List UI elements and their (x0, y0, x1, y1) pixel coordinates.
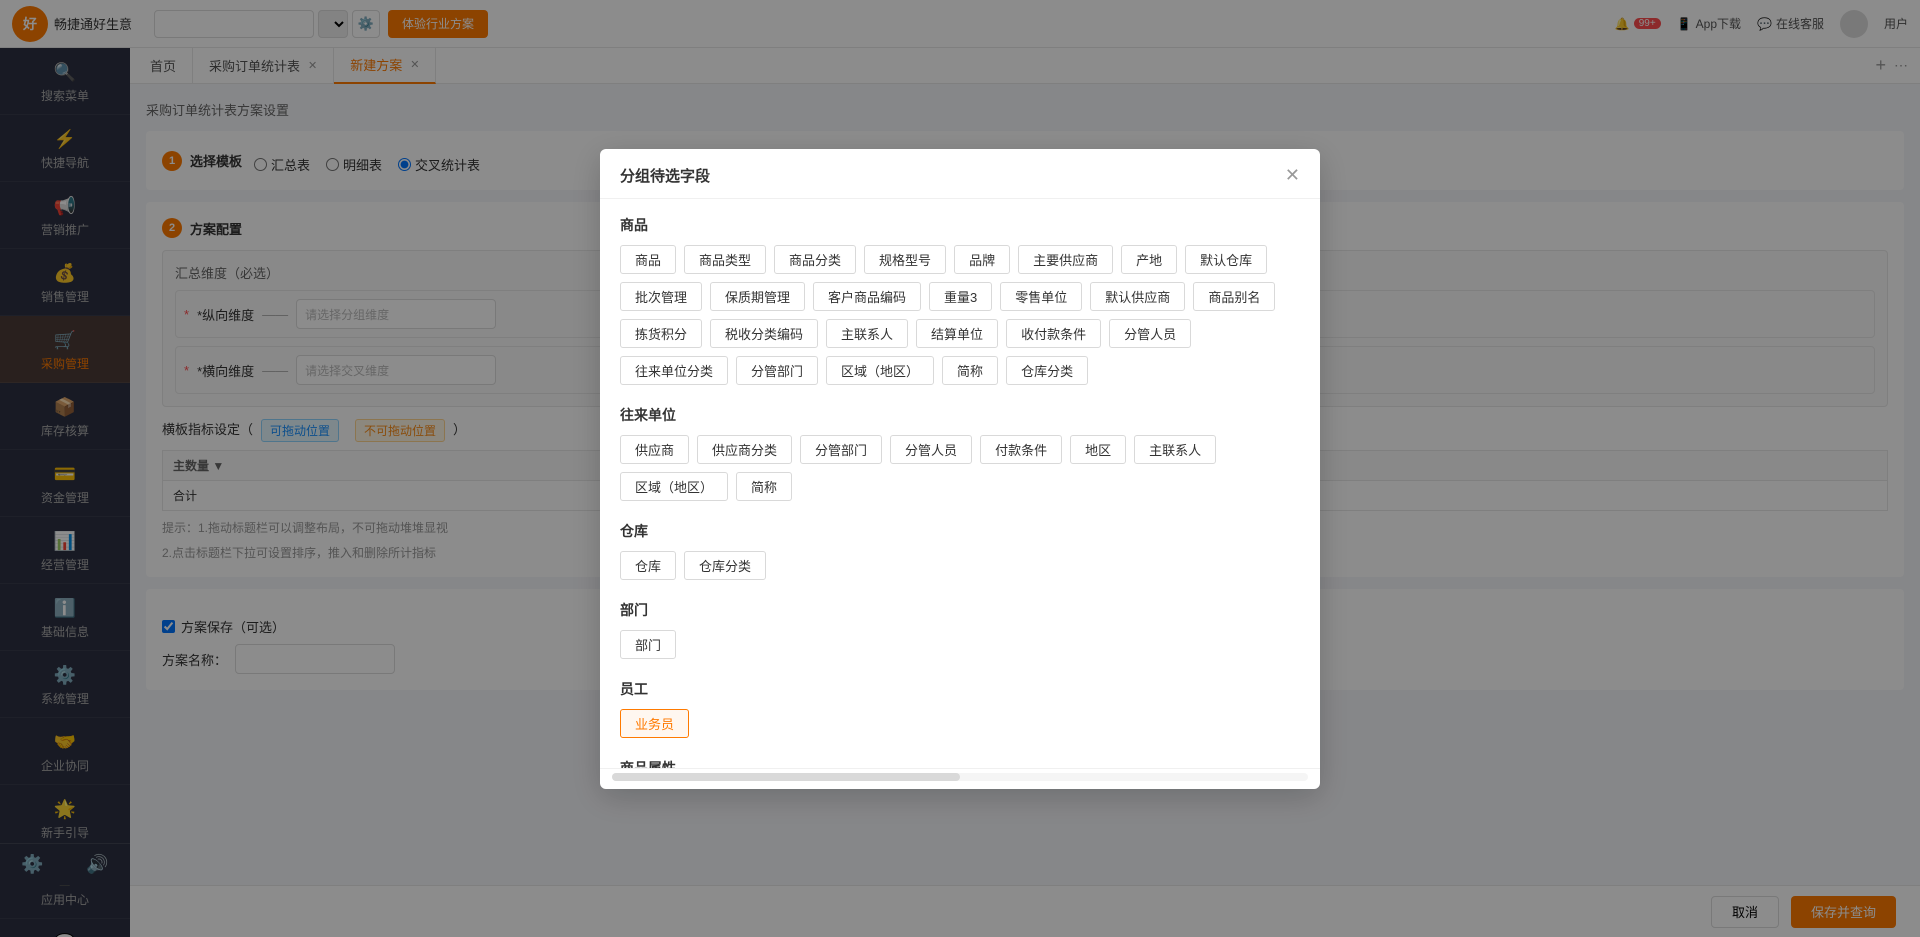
field-tag[interactable]: 默认供应商 (1090, 282, 1185, 311)
section-product-fields: 商品 商品类型 商品分类 规格型号 品牌 主要供应商 产地 默认仓库 批次管理 … (620, 245, 1300, 385)
section-staff-title: 员工 (620, 679, 1300, 699)
field-tag[interactable]: 产地 (1121, 245, 1177, 274)
field-tag[interactable]: 简称 (736, 472, 792, 501)
field-tag[interactable]: 仓库分类 (1006, 356, 1088, 385)
modal-hscrollbar-track[interactable] (612, 773, 1308, 781)
field-tag[interactable]: 分管人员 (1109, 319, 1191, 348)
modal-hscrollbar-thumb[interactable] (612, 773, 960, 781)
section-partner-title: 往来单位 (620, 405, 1300, 425)
modal-close-button[interactable]: ✕ (1285, 165, 1300, 186)
field-tag[interactable]: 分管部门 (800, 435, 882, 464)
field-tag[interactable]: 地区 (1070, 435, 1126, 464)
field-tag[interactable]: 主要供应商 (1018, 245, 1113, 274)
modal-scroll-area (600, 768, 1320, 789)
field-tag[interactable]: 主联系人 (826, 319, 908, 348)
field-tag[interactable]: 收付款条件 (1006, 319, 1101, 348)
field-tag[interactable]: 区域（地区） (826, 356, 934, 385)
field-tag-salesperson[interactable]: 业务员 (620, 709, 689, 738)
field-tag[interactable]: 分管部门 (736, 356, 818, 385)
field-tag[interactable]: 默认仓库 (1185, 245, 1267, 274)
modal-overlay: 分组待选字段 ✕ 商品 商品 商品类型 商品分类 规格型号 品牌 主要供应商 产… (0, 0, 1920, 937)
field-tag[interactable]: 客户商品编码 (813, 282, 921, 311)
field-tag[interactable]: 仓库 (620, 551, 676, 580)
field-tag[interactable]: 品牌 (954, 245, 1010, 274)
section-product-title: 商品 (620, 215, 1300, 235)
field-tag[interactable]: 主联系人 (1134, 435, 1216, 464)
field-tag[interactable]: 供应商分类 (697, 435, 792, 464)
field-tag[interactable]: 商品分类 (774, 245, 856, 274)
field-tag[interactable]: 批次管理 (620, 282, 702, 311)
section-warehouse: 仓库 仓库 仓库分类 (620, 521, 1300, 580)
field-select-modal: 分组待选字段 ✕ 商品 商品 商品类型 商品分类 规格型号 品牌 主要供应商 产… (600, 149, 1320, 789)
field-tag[interactable]: 商品 (620, 245, 676, 274)
field-tag[interactable]: 拣货积分 (620, 319, 702, 348)
section-dept-title: 部门 (620, 600, 1300, 620)
field-tag[interactable]: 付款条件 (980, 435, 1062, 464)
section-product: 商品 商品 商品类型 商品分类 规格型号 品牌 主要供应商 产地 默认仓库 批次… (620, 215, 1300, 385)
section-product-attr: 商品属性 属性 颜色 多规格 尺码 鞋码 1 (620, 758, 1300, 768)
section-warehouse-title: 仓库 (620, 521, 1300, 541)
section-partner-fields: 供应商 供应商分类 分管部门 分管人员 付款条件 地区 主联系人 区域（地区） … (620, 435, 1300, 501)
field-tag[interactable]: 供应商 (620, 435, 689, 464)
field-tag[interactable]: 往来单位分类 (620, 356, 728, 385)
section-staff: 员工 业务员 (620, 679, 1300, 738)
modal-body: 商品 商品 商品类型 商品分类 规格型号 品牌 主要供应商 产地 默认仓库 批次… (600, 199, 1320, 768)
section-dept: 部门 部门 (620, 600, 1300, 659)
field-tag[interactable]: 商品类型 (684, 245, 766, 274)
section-product-attr-title: 商品属性 (620, 758, 1300, 768)
modal-header: 分组待选字段 ✕ (600, 149, 1320, 199)
field-tag[interactable]: 简称 (942, 356, 998, 385)
field-tag[interactable]: 重量3 (929, 282, 992, 311)
field-tag[interactable]: 保质期管理 (710, 282, 805, 311)
section-dept-fields: 部门 (620, 630, 1300, 659)
field-tag[interactable]: 税收分类编码 (710, 319, 818, 348)
section-warehouse-fields: 仓库 仓库分类 (620, 551, 1300, 580)
field-tag[interactable]: 规格型号 (864, 245, 946, 274)
field-tag[interactable]: 分管人员 (890, 435, 972, 464)
field-tag[interactable]: 部门 (620, 630, 676, 659)
modal-title: 分组待选字段 (620, 165, 710, 186)
field-tag[interactable]: 商品别名 (1193, 282, 1275, 311)
field-tag[interactable]: 仓库分类 (684, 551, 766, 580)
section-partner: 往来单位 供应商 供应商分类 分管部门 分管人员 付款条件 地区 主联系人 区域… (620, 405, 1300, 501)
section-staff-fields: 业务员 (620, 709, 1300, 738)
field-tag[interactable]: 结算单位 (916, 319, 998, 348)
field-tag[interactable]: 零售单位 (1000, 282, 1082, 311)
field-tag[interactable]: 区域（地区） (620, 472, 728, 501)
